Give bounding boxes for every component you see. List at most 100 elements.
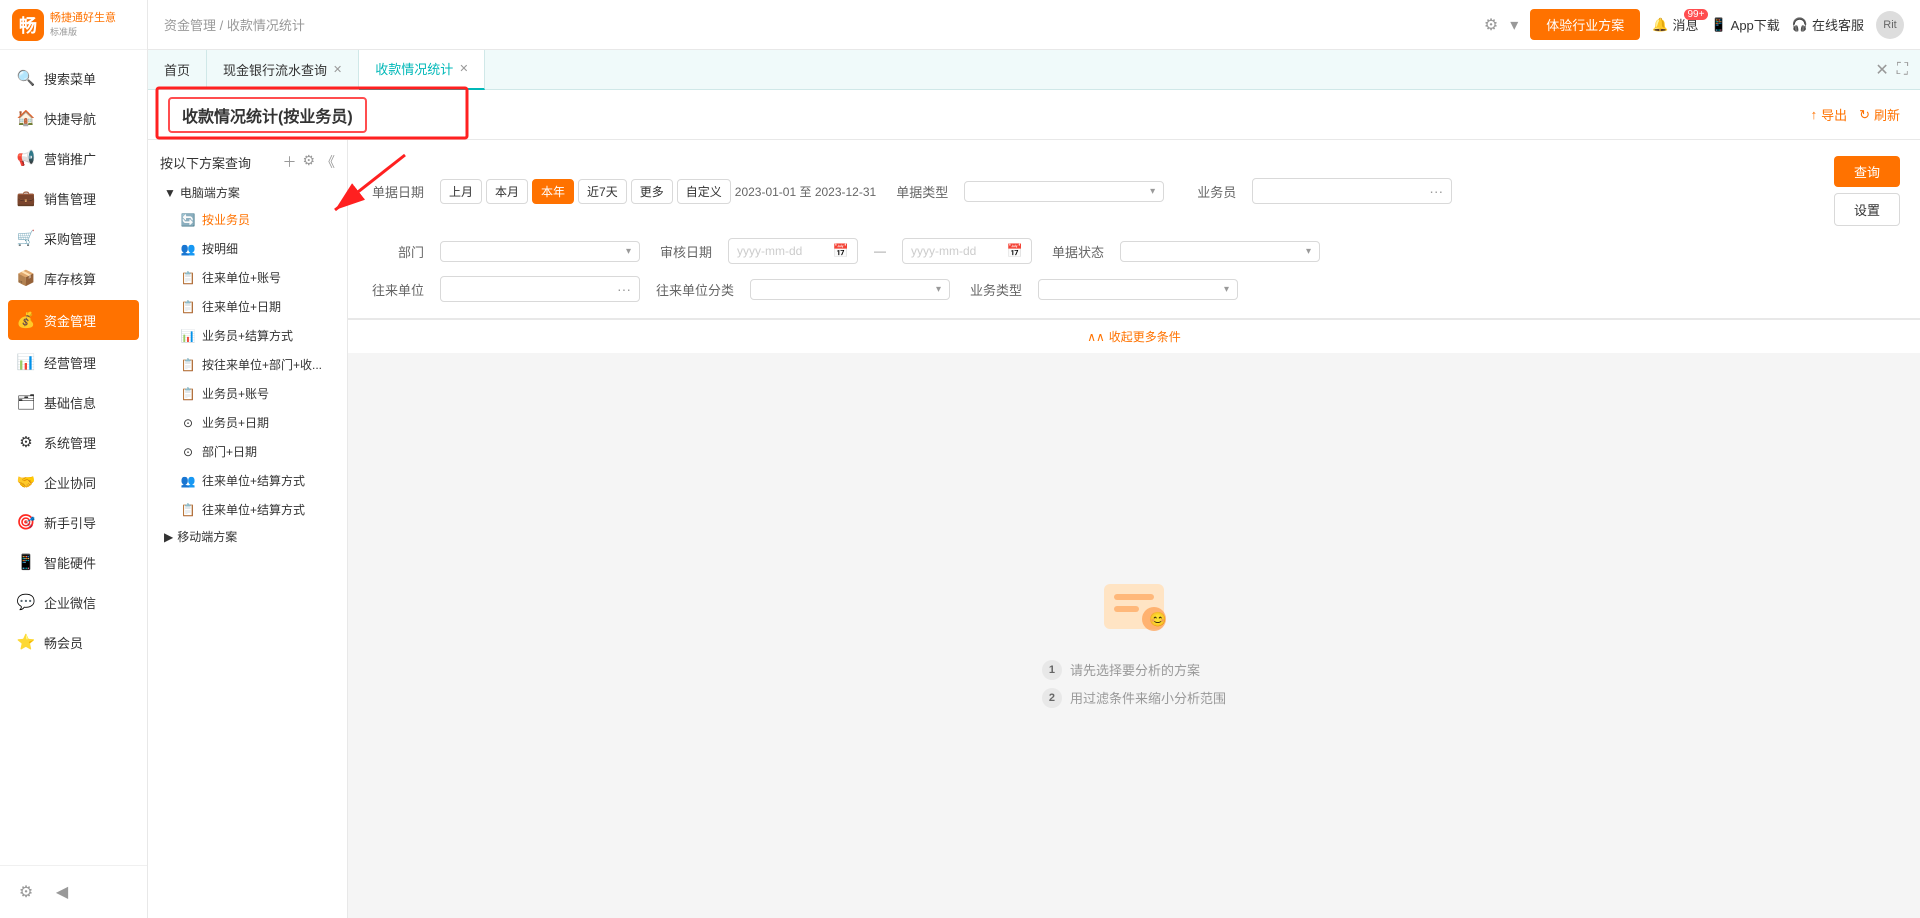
sidebar-item-search[interactable]: 🔍 搜索菜单 — [0, 58, 147, 98]
tab-receipt-stat-close[interactable]: ✕ — [459, 62, 468, 75]
biz-type-arrow-icon: ▾ — [1224, 284, 1229, 295]
sidebar-item-wx[interactable]: 💬 企业微信 — [0, 582, 147, 622]
sidebar-item-purchase[interactable]: 🛒 采购管理 — [0, 218, 147, 258]
date-btn-last-month[interactable]: 上月 — [440, 179, 482, 204]
sidebar-item-smart-hw[interactable]: 📱 智能硬件 — [0, 542, 147, 582]
bill-status-select[interactable]: ▾ — [1120, 241, 1320, 262]
sidebar-item-system[interactable]: ⚙ 系统管理 — [0, 422, 147, 462]
date-btn-this-year[interactable]: 本年 — [532, 179, 574, 204]
empty-steps: 1 请先选择要分析的方案 2 用过滤条件来缩小分析范围 — [1042, 660, 1226, 708]
sidebar-item-basic-info[interactable]: 🗂 基础信息 — [0, 382, 147, 422]
sidebar-item-finance[interactable]: 💰 资金管理 — [8, 300, 139, 340]
empty-step-2: 2 用过滤条件来缩小分析范围 — [1042, 688, 1226, 708]
tree-item-unit-dept-recv[interactable]: 📋 按往来单位+部门+收... — [148, 350, 347, 379]
tree-item-unit-account[interactable]: 📋 往来单位+账号 — [148, 263, 347, 292]
date-btn-7days[interactable]: 近7天 — [578, 179, 627, 204]
sidebar-label-sales: 销售管理 — [44, 189, 96, 208]
app-icon: 📱 — [1710, 17, 1726, 33]
query-button[interactable]: 查询 — [1834, 156, 1900, 187]
date-range: 2023-01-01 至 2023-12-31 — [735, 183, 876, 200]
collapse-bar[interactable]: ∧∧ 收起更多条件 — [348, 319, 1920, 353]
unit-settle1-icon: 👥 — [180, 473, 196, 489]
dept-select[interactable]: ▾ — [440, 241, 640, 262]
sidebar-item-inventory[interactable]: 📦 库存核算 — [0, 258, 147, 298]
date-btn-more[interactable]: 更多 — [631, 179, 673, 204]
date-btn-this-month[interactable]: 本月 — [486, 179, 528, 204]
data-area: 😊 1 请先选择要分析的方案 2 用过滤条件来缩小分析范围 — [348, 353, 1920, 918]
tree-item-by-detail[interactable]: 👥 按明细 — [148, 234, 347, 263]
biz-type-select[interactable]: ▾ — [1038, 279, 1238, 300]
message-button[interactable]: 🔔 消息 99+ — [1652, 15, 1698, 34]
tree-item-salesperson-date[interactable]: ⊙ 业务员+日期 — [148, 408, 347, 437]
unit-date-label: 往来单位+日期 — [202, 298, 281, 315]
sidebar-bottom: ⚙ ◀ — [0, 865, 147, 918]
salesperson-select[interactable]: ··· — [1252, 178, 1452, 204]
dept-arrow-icon: ▾ — [626, 246, 631, 257]
tree-item-salesperson-settle[interactable]: 📊 业务员+结算方式 — [148, 321, 347, 350]
dropdown-icon[interactable]: ▾ — [1510, 15, 1518, 35]
mobile-section-title: ▶ 移动端方案 — [148, 524, 347, 549]
add-plan-button[interactable]: ＋ — [282, 152, 296, 172]
tab-bank-flow[interactable]: 现金银行流水查询 ✕ — [207, 50, 359, 90]
filter-area: 单据日期 上月 本月 本年 近7天 更多 自定义 2023-01-01 至 20… — [348, 140, 1920, 319]
partner-select[interactable]: ··· — [440, 276, 640, 302]
review-end-placeholder: yyyy-mm-dd — [911, 244, 1003, 258]
partner-category-arrow-icon: ▾ — [936, 284, 941, 295]
partner-category-select[interactable]: ▾ — [750, 279, 950, 300]
tab-receipt-stat[interactable]: 收款情况统计 ✕ — [359, 50, 485, 90]
partner-dots[interactable]: ··· — [617, 281, 631, 297]
tree-item-unit-date[interactable]: 📋 往来单位+日期 — [148, 292, 347, 321]
tabbar-close-button[interactable]: ✕ — [1875, 60, 1888, 80]
sidebar-item-collab[interactable]: 🤝 企业协同 — [0, 462, 147, 502]
user-avatar[interactable]: Rit — [1876, 11, 1904, 39]
main-area: 资金管理 / 收款情况统计 ⚙ ▾ 体验行业方案 🔔 消息 99+ 📱 App下… — [148, 0, 1920, 918]
tree-item-unit-settle1[interactable]: 👥 往来单位+结算方式 — [148, 466, 347, 495]
pc-section-arrow[interactable]: ▼ — [164, 186, 176, 200]
tab-home[interactable]: 首页 — [148, 50, 207, 90]
bill-type-select[interactable]: ▾ — [964, 181, 1164, 202]
tree-item-by-salesperson[interactable]: 🔄 按业务员 — [148, 205, 347, 234]
gear-icon[interactable]: ⚙ — [1484, 15, 1498, 35]
refresh-button[interactable]: ↻ 刷新 — [1859, 105, 1900, 124]
tab-bank-flow-label: 现金银行流水查询 — [223, 60, 327, 79]
sidebar-item-sales[interactable]: 💼 销售管理 — [0, 178, 147, 218]
mobile-section-arrow[interactable]: ▶ — [164, 530, 173, 544]
sidebar-label-purchase: 采购管理 — [44, 229, 96, 248]
refresh-label: 刷新 — [1874, 105, 1900, 124]
solution-button[interactable]: 体验行业方案 — [1530, 9, 1640, 40]
sidebar-label-quick-nav: 快捷导航 — [44, 109, 96, 128]
by-detail-label: 按明细 — [202, 240, 238, 257]
tabbar-restore-button[interactable]: ⛶ — [1897, 61, 1908, 79]
sidebar-item-quick-nav[interactable]: 🏠 快捷导航 — [0, 98, 147, 138]
online-service-button[interactable]: 🎧 在线客服 — [1792, 15, 1864, 34]
sidebar-label-inventory: 库存核算 — [44, 269, 96, 288]
export-button[interactable]: ↑ 导出 — [1811, 105, 1848, 124]
logo-icon: 畅 — [12, 9, 44, 41]
unit-dept-recv-label: 按往来单位+部门+收... — [202, 356, 322, 373]
plan-settings-icon[interactable]: ⚙ — [302, 152, 315, 172]
settings-button[interactable]: 设置 — [1834, 193, 1900, 226]
sidebar-settings-button[interactable]: ⚙ — [12, 878, 40, 906]
sidebar-label-search: 搜索菜单 — [44, 69, 96, 88]
tree-item-salesperson-account[interactable]: 📋 业务员+账号 — [148, 379, 347, 408]
sidebar-collapse-button[interactable]: ◀ — [48, 878, 76, 906]
tree-item-dept-date[interactable]: ⊙ 部门+日期 — [148, 437, 347, 466]
salesperson-dots[interactable]: ··· — [1429, 183, 1443, 199]
page-header: 收款情况统计(按业务员) ↑ 导出 ↻ 刷新 — [148, 90, 1920, 140]
content-area: 按以下方案查询 ＋ ⚙ 《 ▼ 电脑端方案 🔄 按业务员 👥 按明细 📋 — [148, 140, 1920, 918]
sidebar-label-smart-hw: 智能硬件 — [44, 553, 96, 572]
app-download-button[interactable]: 📱 App下载 — [1710, 15, 1779, 34]
sidebar-item-member[interactable]: ⭐ 畅会员 — [0, 622, 147, 662]
date-btn-custom[interactable]: 自定义 — [677, 179, 731, 204]
review-start-date[interactable]: yyyy-mm-dd 📅 — [728, 238, 858, 264]
review-end-date[interactable]: yyyy-mm-dd 📅 — [902, 238, 1032, 264]
sidebar-label-member: 畅会员 — [44, 633, 83, 652]
sidebar-item-operations[interactable]: 📊 经营管理 — [0, 342, 147, 382]
tab-bank-flow-close[interactable]: ✕ — [333, 63, 342, 76]
tree-item-unit-settle2[interactable]: 📋 往来单位+结算方式 — [148, 495, 347, 524]
by-salesperson-icon: 🔄 — [180, 212, 196, 228]
sidebar-item-marketing[interactable]: 📢 营销推广 — [0, 138, 147, 178]
sidebar-label-marketing: 营销推广 — [44, 149, 96, 168]
sidebar-item-guide[interactable]: 🎯 新手引导 — [0, 502, 147, 542]
collapse-panel-icon[interactable]: 《 — [321, 152, 335, 172]
